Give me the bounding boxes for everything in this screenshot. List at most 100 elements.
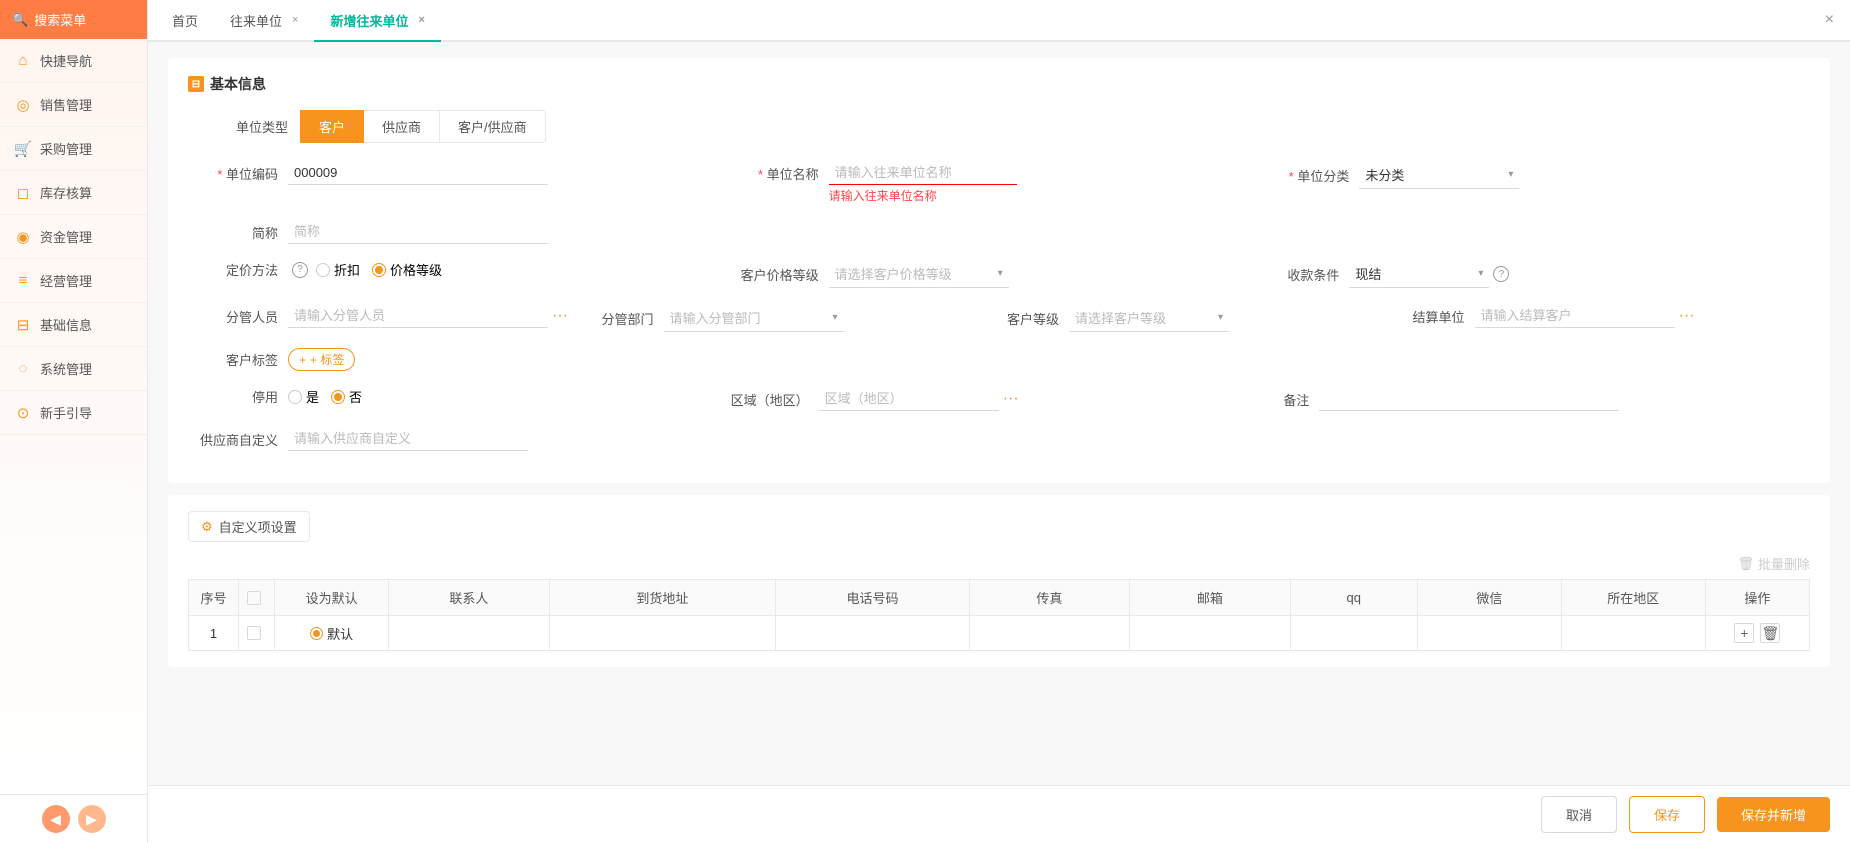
region-more-btn[interactable]: ··· (1003, 390, 1019, 408)
header-checkbox[interactable] (247, 591, 261, 605)
radio-price-level[interactable]: 价格等级 (372, 260, 442, 279)
th-email: 邮箱 (1130, 580, 1290, 616)
th-qq: qq (1290, 580, 1417, 616)
notes-input[interactable] (1319, 387, 1619, 411)
short-name-input[interactable] (288, 220, 548, 244)
field-payment-terms: 收款条件 现结 ▾ ? (1269, 260, 1810, 288)
td-qq-input[interactable] (1324, 626, 1384, 641)
unit-category-value: 未分类 (1365, 165, 1504, 184)
customer-level-select[interactable]: 请选择客户等级 ▾ (1069, 304, 1229, 332)
field-unit-category: 单位分类 未分类 ▾ (1269, 161, 1810, 189)
tab-new-partner-close[interactable]: × (418, 14, 424, 26)
radio-disabled-yes[interactable]: 是 (288, 387, 319, 406)
sidebar-item-finance[interactable]: ◉ 资金管理 (0, 215, 147, 259)
sidebar-btn-2[interactable]: ▶ (78, 805, 106, 833)
custom-settings-btn[interactable]: ⚙ 自定义项设置 (188, 511, 310, 542)
main-area: 首页 往来单位 × 新增往来单位 × × ⊟ 基本信息 单位类型 客户 供应商 … (148, 0, 1850, 843)
add-tag-label: + 标签 (310, 351, 344, 368)
department-select[interactable]: 请输入分管部门 ▾ (664, 304, 844, 332)
td-fax-input[interactable] (1009, 626, 1089, 641)
row-default-radio[interactable] (310, 627, 323, 640)
pricing-method-label: 定价方法 (188, 260, 278, 279)
sidebar-item-operations[interactable]: ≡ 经营管理 (0, 259, 147, 303)
field-department: 分管部门 请输入分管部门 ▾ (594, 304, 1000, 332)
sidebar-item-quick-nav[interactable]: ⌂ 快捷导航 (0, 39, 147, 83)
sidebar-item-guide[interactable]: ⊙ 新手引导 (0, 391, 147, 435)
td-checkbox[interactable] (239, 616, 275, 651)
type-btn-both[interactable]: 客户/供应商 (440, 110, 546, 143)
tab-home-label: 首页 (172, 11, 198, 30)
settlement-more-btn[interactable]: ··· (1679, 307, 1695, 325)
settings-icon: ⚙ (201, 519, 213, 535)
field-customer-level: 客户等级 请选择客户等级 ▾ (999, 304, 1405, 332)
customer-price-level-placeholder: 请选择客户价格等级 (835, 264, 994, 283)
radio-no-label: 否 (349, 387, 362, 406)
manager-more-btn[interactable]: ··· (552, 307, 568, 325)
settlement-unit-input[interactable] (1475, 304, 1675, 328)
th-address: 到货地址 (549, 580, 776, 616)
unit-code-input[interactable] (288, 161, 548, 185)
table-row: 1 默认 (189, 616, 1810, 651)
th-phone: 电话号码 (776, 580, 970, 616)
settlement-unit-label: 结算单位 (1405, 307, 1465, 326)
unit-category-select[interactable]: 未分类 ▾ (1359, 161, 1519, 189)
plus-icon: + (299, 353, 306, 367)
type-btn-supplier[interactable]: 供应商 (364, 110, 440, 143)
cancel-button[interactable]: 取消 (1541, 796, 1617, 833)
td-contact[interactable] (389, 616, 549, 651)
sidebar-item-label: 快捷导航 (40, 51, 92, 70)
basic-info-icon: ⊟ (14, 316, 32, 334)
td-phone[interactable] (776, 616, 970, 651)
td-wechat-input[interactable] (1454, 626, 1524, 641)
short-name-label: 简称 (188, 223, 278, 242)
add-tag-btn[interactable]: + + 标签 (288, 348, 355, 371)
type-btn-customer[interactable]: 客户 (300, 110, 364, 143)
td-email-input[interactable] (1170, 626, 1250, 641)
close-all-btn[interactable]: × (1817, 7, 1842, 33)
add-row-btn[interactable]: + (1734, 623, 1754, 643)
sidebar-item-system[interactable]: ◌ 系统管理 (0, 347, 147, 391)
pricing-help-icon[interactable]: ? (292, 262, 308, 278)
sidebar-item-purchase[interactable]: 🛒 采购管理 (0, 127, 147, 171)
unit-name-input[interactable] (829, 161, 1017, 185)
radio-discount[interactable]: 折扣 (316, 260, 360, 279)
td-address[interactable] (549, 616, 776, 651)
td-area-input[interactable] (1598, 626, 1668, 641)
th-checkbox[interactable] (239, 580, 275, 616)
tab-new-partner[interactable]: 新增往来单位 × (314, 1, 440, 42)
td-address-input[interactable] (602, 626, 722, 641)
tab-partner-close[interactable]: × (292, 14, 298, 26)
tab-partner[interactable]: 往来单位 × (214, 1, 314, 42)
search-menu-btn[interactable]: 🔍 搜索菜单 (0, 0, 147, 39)
tab-home[interactable]: 首页 (156, 1, 214, 42)
td-seq: 1 (189, 616, 239, 651)
sidebar-btn-1[interactable]: ◀ (42, 805, 70, 833)
radio-disabled-no[interactable]: 否 (331, 387, 362, 406)
td-phone-input[interactable] (822, 626, 922, 641)
save-button[interactable]: 保存 (1629, 796, 1705, 833)
td-area[interactable] (1561, 616, 1705, 651)
supplier-custom-input[interactable] (288, 427, 528, 451)
radio-price-level-label: 价格等级 (390, 260, 442, 279)
save-new-button[interactable]: 保存并新增 (1717, 797, 1830, 832)
payment-terms-label: 收款条件 (1269, 265, 1339, 284)
batch-delete-btn[interactable]: 🗑 批量删除 (188, 554, 1810, 573)
manager-input[interactable] (288, 304, 548, 328)
sidebar-item-basic-info[interactable]: ⊟ 基础信息 (0, 303, 147, 347)
customer-price-level-select[interactable]: 请选择客户价格等级 ▾ (829, 260, 1009, 288)
td-email[interactable] (1130, 616, 1290, 651)
region-input[interactable] (819, 387, 999, 411)
td-qq[interactable] (1290, 616, 1417, 651)
td-wechat[interactable] (1417, 616, 1561, 651)
sales-icon: ◎ (14, 96, 32, 114)
td-contact-input[interactable] (429, 626, 509, 641)
payment-terms-help-icon[interactable]: ? (1493, 266, 1509, 282)
row-checkbox[interactable] (247, 626, 261, 640)
sidebar-item-inventory[interactable]: ◻ 库存核算 (0, 171, 147, 215)
sidebar-item-label: 基础信息 (40, 315, 92, 334)
del-row-btn[interactable]: 🗑 (1760, 623, 1780, 643)
field-customer-tags: 客户标签 + + 标签 (188, 348, 1810, 371)
td-fax[interactable] (969, 616, 1129, 651)
payment-terms-select[interactable]: 现结 ▾ (1349, 260, 1489, 288)
sidebar-item-sales[interactable]: ◎ 销售管理 (0, 83, 147, 127)
